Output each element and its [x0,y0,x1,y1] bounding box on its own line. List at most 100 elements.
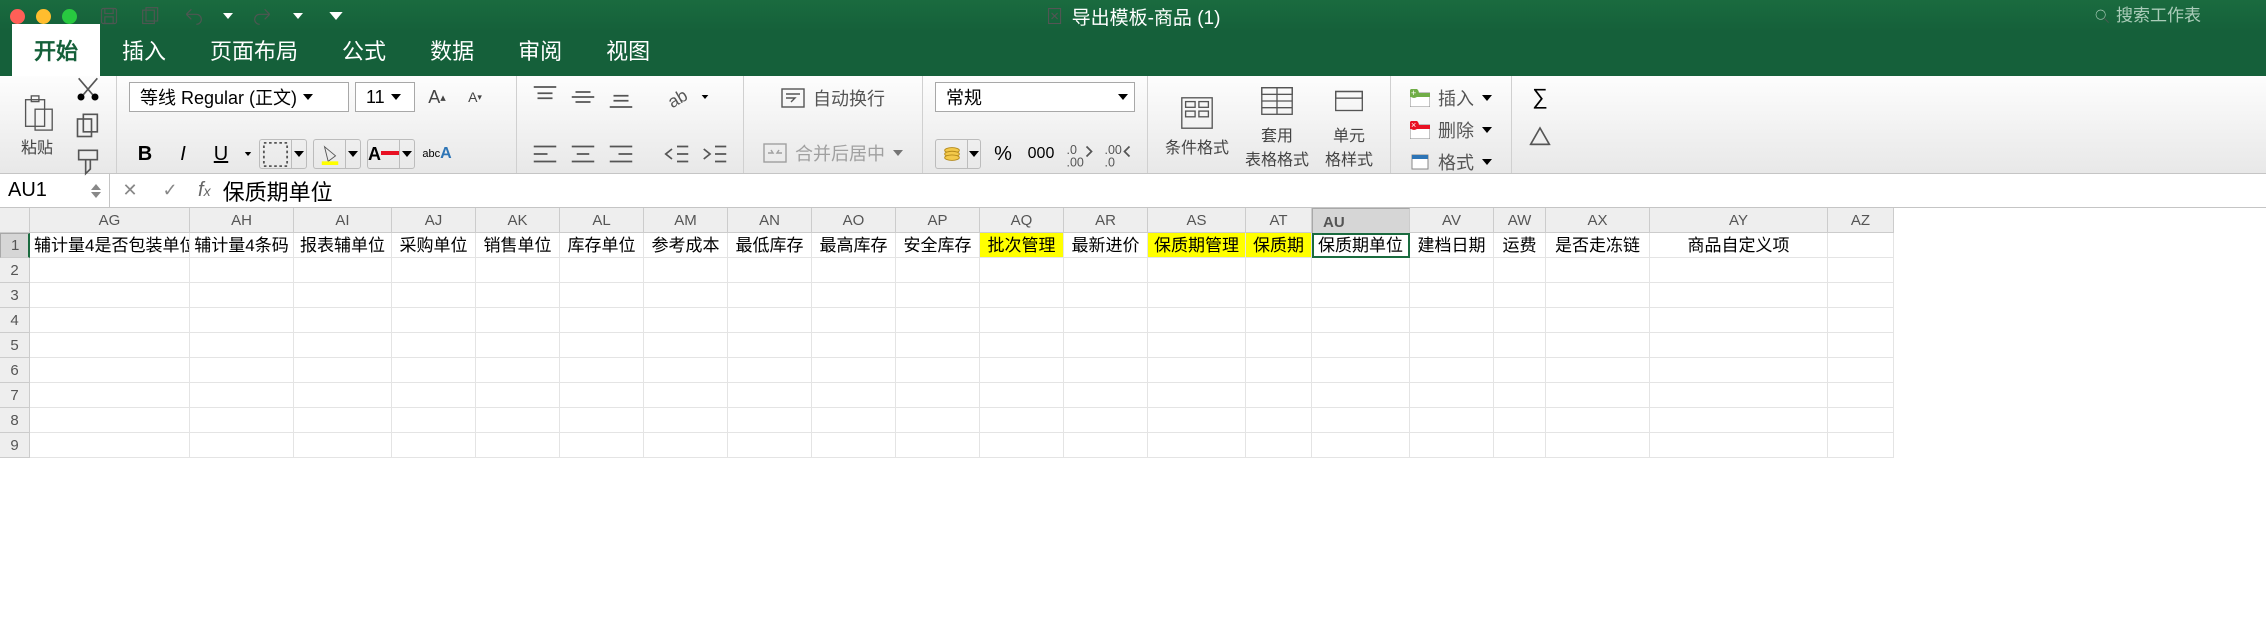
row-header-8[interactable]: 8 [0,408,30,433]
cell-AR9[interactable] [1064,433,1148,458]
cell-AI5[interactable] [294,333,392,358]
cell-AM8[interactable] [644,408,728,433]
row-header-2[interactable]: 2 [0,258,30,283]
search-input[interactable] [2116,6,2256,26]
cell-AN2[interactable] [728,258,812,283]
cell-AN3[interactable] [728,283,812,308]
cell-AP5[interactable] [896,333,980,358]
cell-AG8[interactable] [30,408,190,433]
cell-AZ4[interactable] [1828,308,1894,333]
cell-AL5[interactable] [560,333,644,358]
cell-AO2[interactable] [812,258,896,283]
column-header-AV[interactable]: AV [1410,208,1494,233]
row-header-7[interactable]: 7 [0,383,30,408]
cell-AH7[interactable] [190,383,294,408]
cell-AW1[interactable]: 运费 [1494,233,1546,258]
cell-AL2[interactable] [560,258,644,283]
merge-center-button[interactable]: 合并后居中 [756,137,910,169]
save-icon[interactable] [97,6,121,26]
redo-icon[interactable] [251,6,275,26]
cell-AX9[interactable] [1546,433,1650,458]
cancel-formula-icon[interactable]: ✕ [110,179,150,202]
column-header-AG[interactable]: AG [30,208,190,233]
cell-AZ3[interactable] [1828,283,1894,308]
cell-AV4[interactable] [1410,308,1494,333]
cell-AK7[interactable] [476,383,560,408]
column-header-AN[interactable]: AN [728,208,812,233]
cell-AH3[interactable] [190,283,294,308]
cell-AQ4[interactable] [980,308,1064,333]
cell-AM3[interactable] [644,283,728,308]
cell-AY8[interactable] [1650,408,1828,433]
column-header-AZ[interactable]: AZ [1828,208,1894,233]
cell-AK9[interactable] [476,433,560,458]
underline-dropdown[interactable] [243,151,253,157]
name-box-stepper[interactable] [91,183,101,199]
cell-AW4[interactable] [1494,308,1546,333]
undo-dropdown-icon[interactable] [223,13,233,19]
cell-AI2[interactable] [294,258,392,283]
bold-button[interactable]: B [129,139,161,169]
cell-AU7[interactable] [1312,383,1410,408]
cell-AW2[interactable] [1494,258,1546,283]
conditional-format-button[interactable]: 条件格式 [1160,91,1234,161]
cell-AZ6[interactable] [1828,358,1894,383]
fx-icon[interactable]: fx [190,179,219,202]
cell-AQ3[interactable] [980,283,1064,308]
currency-icon[interactable] [935,139,967,169]
cell-AJ2[interactable] [392,258,476,283]
cell-AG1[interactable]: 辅计量4是否包装单位 [30,233,190,258]
format-cells-button[interactable]: 格式 [1403,146,1499,178]
cell-AN1[interactable]: 最低库存 [728,233,812,258]
cell-AS5[interactable] [1148,333,1246,358]
cell-AW3[interactable] [1494,283,1546,308]
cell-AK3[interactable] [476,283,560,308]
cell-AN9[interactable] [728,433,812,458]
cell-AQ7[interactable] [980,383,1064,408]
column-header-AI[interactable]: AI [294,208,392,233]
cell-AU4[interactable] [1312,308,1410,333]
enter-formula-icon[interactable]: ✓ [150,179,190,202]
column-header-AL[interactable]: AL [560,208,644,233]
cell-AO8[interactable] [812,408,896,433]
cell-AQ8[interactable] [980,408,1064,433]
cell-AR5[interactable] [1064,333,1148,358]
cell-AJ3[interactable] [392,283,476,308]
cell-AK6[interactable] [476,358,560,383]
cell-AI4[interactable] [294,308,392,333]
cell-AX3[interactable] [1546,283,1650,308]
cell-AY2[interactable] [1650,258,1828,283]
copy-icon[interactable] [72,111,104,141]
cell-AJ7[interactable] [392,383,476,408]
autosum-icon[interactable]: ∑ [1524,82,1556,112]
save-as-icon[interactable] [139,6,163,26]
column-header-AR[interactable]: AR [1064,208,1148,233]
cell-AJ6[interactable] [392,358,476,383]
cell-AG5[interactable] [30,333,190,358]
column-header-AT[interactable]: AT [1246,208,1312,233]
cell-AQ5[interactable] [980,333,1064,358]
cell-AY1[interactable]: 商品自定义项 [1650,233,1828,258]
cell-AJ5[interactable] [392,333,476,358]
cell-AU1[interactable]: 保质期单位 [1312,233,1410,258]
cell-AV1[interactable]: 建档日期 [1410,233,1494,258]
cell-AK5[interactable] [476,333,560,358]
cell-AI8[interactable] [294,408,392,433]
cell-AR7[interactable] [1064,383,1148,408]
cell-AN8[interactable] [728,408,812,433]
cell-AP3[interactable] [896,283,980,308]
cell-AQ1[interactable]: 批次管理 [980,233,1064,258]
underline-button[interactable]: U [205,139,237,169]
cell-AX2[interactable] [1546,258,1650,283]
cell-AL8[interactable] [560,408,644,433]
align-right-icon[interactable] [605,139,637,169]
tab-page-layout[interactable]: 页面布局 [188,24,320,76]
cell-AN5[interactable] [728,333,812,358]
cell-AZ2[interactable] [1828,258,1894,283]
cell-AX6[interactable] [1546,358,1650,383]
cell-AG7[interactable] [30,383,190,408]
cell-AT4[interactable] [1246,308,1312,333]
format-as-table-button[interactable]: 套用 表格格式 [1240,79,1314,173]
cell-AK4[interactable] [476,308,560,333]
cell-AR3[interactable] [1064,283,1148,308]
